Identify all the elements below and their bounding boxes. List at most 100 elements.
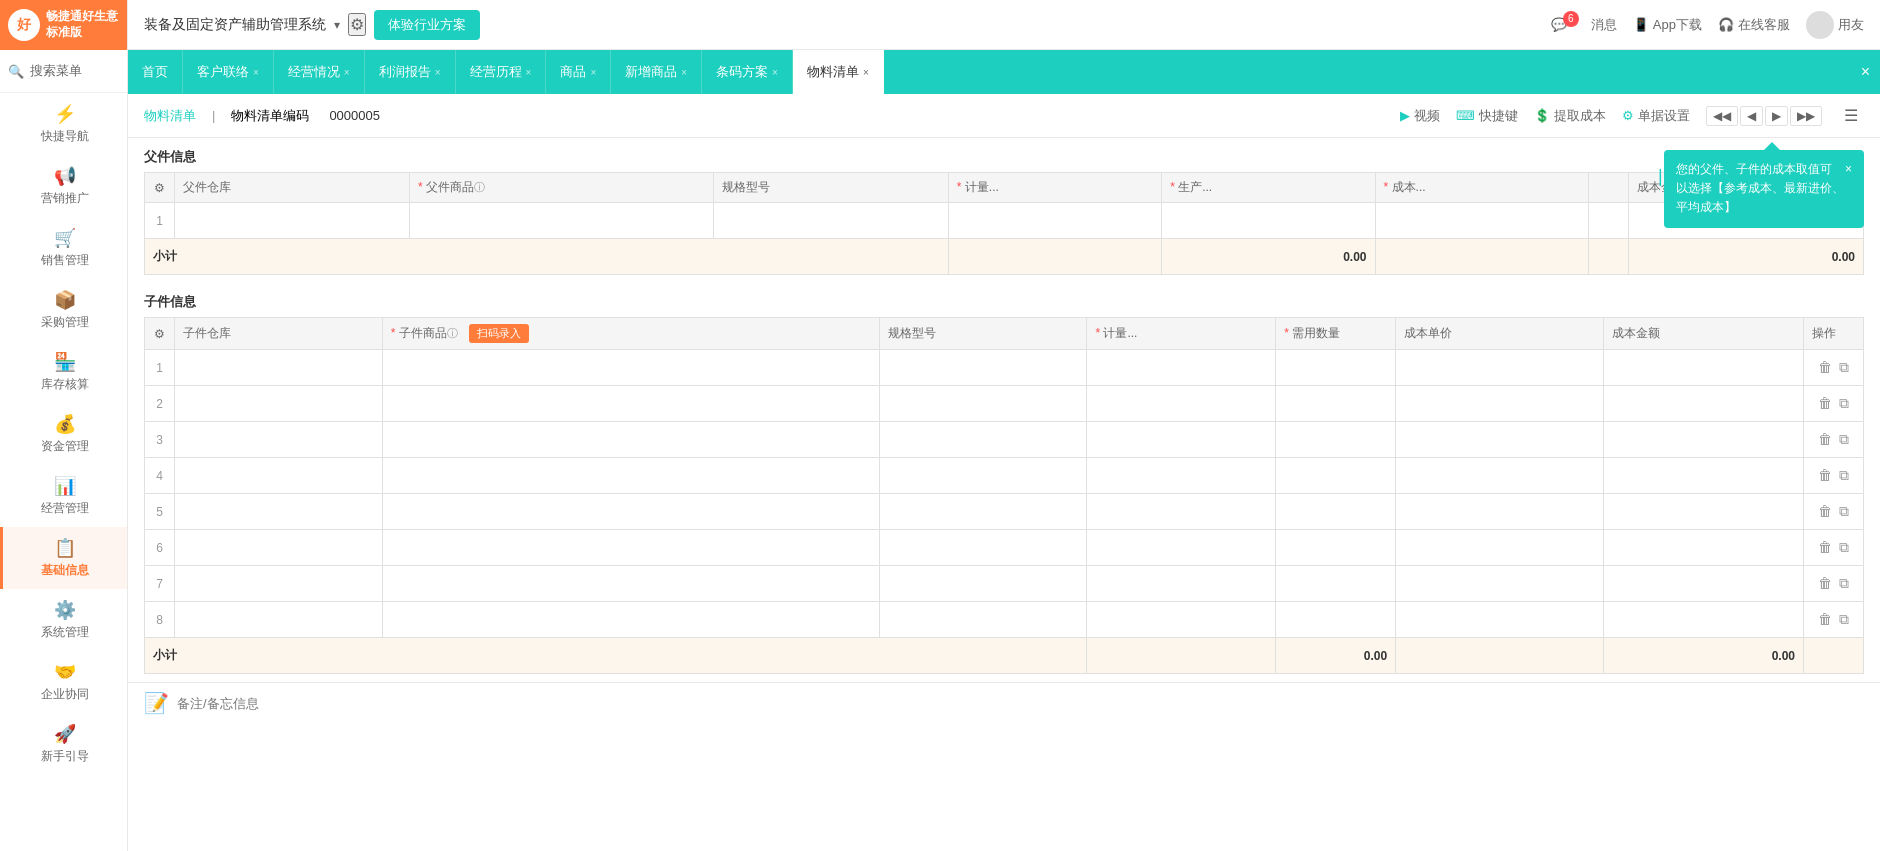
child-row-3-qty[interactable] — [1276, 422, 1396, 458]
child-row-3-spec[interactable] — [879, 422, 1087, 458]
child-row-1-qty[interactable] — [1276, 350, 1396, 386]
sidebar-item-purchase[interactable]: 📦 采购管理 — [0, 279, 127, 341]
tooltip-close-button[interactable]: × — [1845, 160, 1852, 179]
child-row-6-warehouse[interactable] — [175, 530, 383, 566]
tab-close-bom[interactable]: × — [863, 67, 869, 78]
tab-close-customer[interactable]: × — [253, 67, 259, 78]
delete-row-6-button[interactable]: 🗑 — [1816, 539, 1834, 555]
tab-close-products[interactable]: × — [590, 67, 596, 78]
child-row-6-product[interactable] — [382, 530, 879, 566]
tab-profit-report[interactable]: 利润报告 × — [365, 50, 456, 94]
child-row-2-warehouse[interactable] — [175, 386, 383, 422]
child-row-8-product[interactable] — [382, 602, 879, 638]
copy-row-1-button[interactable]: ⧉ — [1837, 359, 1851, 376]
child-row-4-qty[interactable] — [1276, 458, 1396, 494]
close-all-tabs-button[interactable]: × — [1851, 63, 1880, 81]
child-row-8-warehouse[interactable] — [175, 602, 383, 638]
sidebar-item-quick-nav[interactable]: ⚡ 快捷导航 — [0, 93, 127, 155]
parent-row-1-production[interactable] — [1162, 203, 1375, 239]
child-row-2-unit-cost[interactable] — [1396, 386, 1604, 422]
tab-barcode[interactable]: 条码方案 × — [702, 50, 793, 94]
breadcrumb[interactable]: 物料清单 — [144, 107, 196, 125]
child-row-7-unit-cost[interactable] — [1396, 566, 1604, 602]
child-row-5-spec[interactable] — [879, 494, 1087, 530]
delete-row-3-button[interactable]: 🗑 — [1816, 431, 1834, 447]
parent-row-1-product[interactable] — [410, 203, 714, 239]
child-row-4-warehouse[interactable] — [175, 458, 383, 494]
layout-button[interactable]: ☰ — [1838, 104, 1864, 127]
copy-row-4-button[interactable]: ⧉ — [1837, 467, 1851, 484]
child-row-5-warehouse[interactable] — [175, 494, 383, 530]
sidebar-item-finance[interactable]: 💰 资金管理 — [0, 403, 127, 465]
toolbar-view[interactable]: ▶ 视频 — [1400, 107, 1440, 125]
child-row-4-unit[interactable] — [1087, 458, 1276, 494]
child-row-2-product[interactable] — [382, 386, 879, 422]
tab-bom[interactable]: 物料清单 × — [793, 50, 884, 94]
child-row-6-unit[interactable] — [1087, 530, 1276, 566]
sidebar-item-enterprise[interactable]: 🤝 企业协同 — [0, 651, 127, 713]
copy-row-7-button[interactable]: ⧉ — [1837, 575, 1851, 592]
system-dropdown-button[interactable]: ▾ — [334, 18, 340, 32]
sidebar-item-system[interactable]: ⚙️ 系统管理 — [0, 589, 127, 651]
nav-next-button[interactable]: ▶ — [1765, 106, 1788, 126]
child-row-4-product[interactable] — [382, 458, 879, 494]
delete-row-5-button[interactable]: 🗑 — [1816, 503, 1834, 519]
search-menu-button[interactable]: 🔍 搜索菜单 — [8, 58, 119, 84]
delete-row-8-button[interactable]: 🗑 — [1816, 611, 1834, 627]
child-row-6-unit-cost[interactable] — [1396, 530, 1604, 566]
copy-row-5-button[interactable]: ⧉ — [1837, 503, 1851, 520]
child-row-2-spec[interactable] — [879, 386, 1087, 422]
child-row-8-qty[interactable] — [1276, 602, 1396, 638]
sidebar-item-inventory[interactable]: 🏪 库存核算 — [0, 341, 127, 403]
copy-row-3-button[interactable]: ⧉ — [1837, 431, 1851, 448]
nav-prev-button[interactable]: ◀ — [1740, 106, 1763, 126]
sidebar-item-guide[interactable]: 🚀 新手引导 — [0, 713, 127, 775]
nav-first-button[interactable]: ◀◀ — [1706, 106, 1738, 126]
tab-close-new-product[interactable]: × — [681, 67, 687, 78]
child-row-6-spec[interactable] — [879, 530, 1087, 566]
tab-ops-history[interactable]: 经营历程 × — [456, 50, 547, 94]
child-row-8-spec[interactable] — [879, 602, 1087, 638]
user-menu[interactable]: 用友 — [1806, 11, 1864, 39]
child-row-3-product[interactable] — [382, 422, 879, 458]
child-row-1-product[interactable] — [382, 350, 879, 386]
child-row-2-unit[interactable] — [1087, 386, 1276, 422]
delete-row-1-button[interactable]: 🗑 — [1816, 359, 1834, 375]
tab-close-ops-history[interactable]: × — [526, 67, 532, 78]
gear-settings-button[interactable]: ⚙ — [348, 13, 366, 36]
child-row-2-qty[interactable] — [1276, 386, 1396, 422]
toolbar-cost[interactable]: 💲 提取成本 — [1534, 107, 1606, 125]
tab-ops-status[interactable]: 经营情况 × — [274, 50, 365, 94]
tab-close-profit-report[interactable]: × — [435, 67, 441, 78]
sidebar-item-marketing[interactable]: 📢 营销推广 — [0, 155, 127, 217]
child-row-4-spec[interactable] — [879, 458, 1087, 494]
delete-row-7-button[interactable]: 🗑 — [1816, 575, 1834, 591]
child-row-3-unit-cost[interactable] — [1396, 422, 1604, 458]
nav-last-button[interactable]: ▶▶ — [1790, 106, 1822, 126]
child-row-1-unit-cost[interactable] — [1396, 350, 1604, 386]
child-row-5-qty[interactable] — [1276, 494, 1396, 530]
sidebar-search[interactable]: 🔍 搜索菜单 — [0, 50, 127, 93]
child-row-5-unit[interactable] — [1087, 494, 1276, 530]
remark-input[interactable] — [177, 696, 1864, 711]
child-row-6-qty[interactable] — [1276, 530, 1396, 566]
child-row-5-unit-cost[interactable] — [1396, 494, 1604, 530]
child-row-8-unit-cost[interactable] — [1396, 602, 1604, 638]
sidebar-item-operations[interactable]: 📊 经营管理 — [0, 465, 127, 527]
trial-button[interactable]: 体验行业方案 — [374, 10, 480, 40]
parent-row-1-spec[interactable] — [713, 203, 948, 239]
scan-input-button[interactable]: 扫码录入 — [469, 324, 529, 343]
toolbar-shortcut[interactable]: ⌨ 快捷键 — [1456, 107, 1518, 125]
app-download-button[interactable]: 📱 App下载 — [1633, 16, 1702, 34]
copy-row-6-button[interactable]: ⧉ — [1837, 539, 1851, 556]
delete-row-2-button[interactable]: 🗑 — [1816, 395, 1834, 411]
child-row-5-product[interactable] — [382, 494, 879, 530]
tab-products[interactable]: 商品 × — [546, 50, 611, 94]
parent-row-1-warehouse[interactable] — [175, 203, 410, 239]
tab-close-ops-status[interactable]: × — [344, 67, 350, 78]
child-row-7-product[interactable] — [382, 566, 879, 602]
delete-row-4-button[interactable]: 🗑 — [1816, 467, 1834, 483]
child-row-7-warehouse[interactable] — [175, 566, 383, 602]
child-row-3-warehouse[interactable] — [175, 422, 383, 458]
sidebar-item-basic-info[interactable]: 📋 基础信息 — [0, 527, 127, 589]
